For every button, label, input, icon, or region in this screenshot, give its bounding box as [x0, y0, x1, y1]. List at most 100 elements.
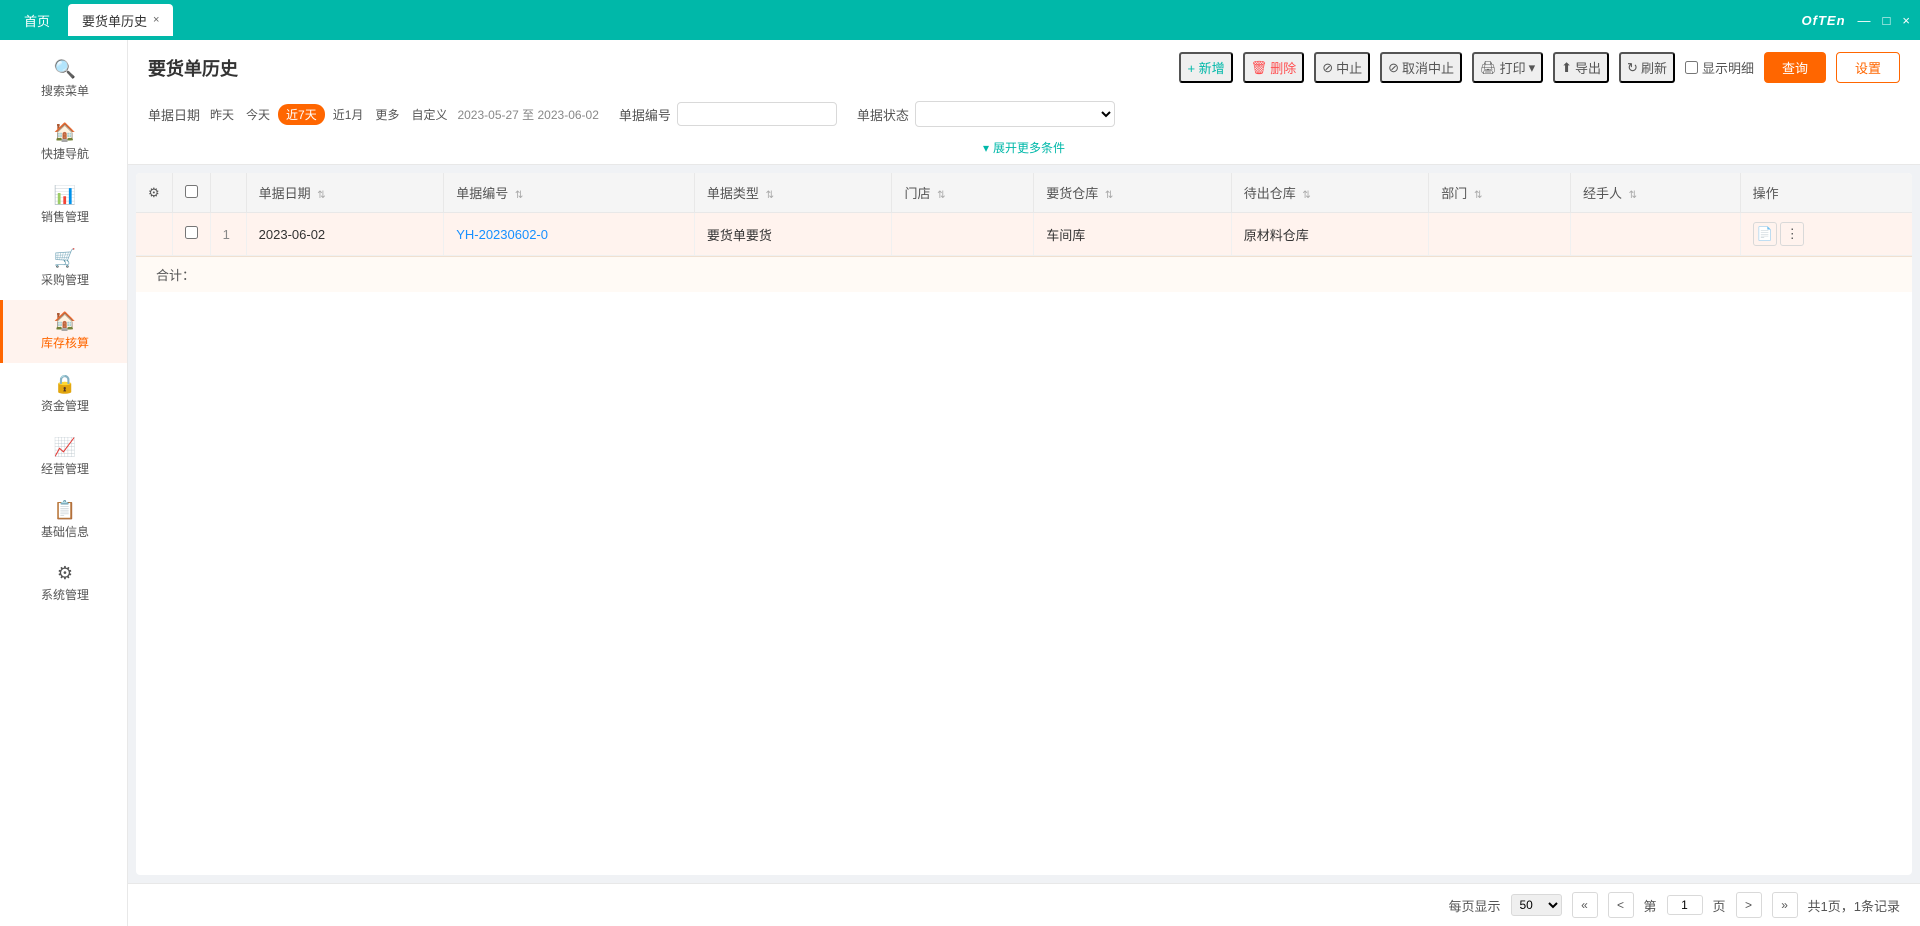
sort-store-icon: ⇅	[937, 190, 945, 201]
date-custom[interactable]: 自定义	[407, 105, 451, 124]
row-docno-cell[interactable]: YH-20230602-0	[444, 213, 695, 256]
row-settings-cell	[136, 213, 172, 256]
delete-button[interactable]: 🗑 删除	[1243, 52, 1305, 83]
row-doctype-cell: 要货单要货	[694, 213, 892, 256]
row-dept-cell	[1429, 213, 1571, 256]
inventory-icon: 🏠	[54, 312, 76, 330]
col-settings[interactable]: ⚙	[136, 173, 172, 213]
row-reqwh-cell: 车间库	[1034, 213, 1232, 256]
row-pendwh-cell: 原材料仓库	[1231, 213, 1429, 256]
page-label-before: 第	[1644, 896, 1657, 915]
filter-row: 单据日期 昨天 今天 近7天 近1月 更多 自定义 2023-05-27 至 2…	[148, 93, 1900, 135]
sidebar-item-finance[interactable]: 🔒 资金管理	[0, 363, 127, 426]
basic-info-icon: 📋	[54, 501, 76, 519]
expand-more-button[interactable]: ▾ 展开更多条件	[983, 139, 1065, 156]
sort-date-icon: ⇅	[317, 190, 325, 201]
display-detail-checkbox[interactable]	[1685, 61, 1698, 74]
data-table: ⚙ 单据日期 ⇅ 单据编号 ⇅	[136, 173, 1912, 256]
sidebar-item-sales-label: 销售管理	[41, 208, 89, 225]
refresh-button[interactable]: ↻ 刷新	[1619, 52, 1675, 83]
page-title-row: 要货单历史 + 新增 🗑 删除 ⊘ 中止 ⊘ 取消中止	[148, 52, 1900, 83]
cancel-stop-button[interactable]: ⊘ 取消中止	[1380, 52, 1462, 83]
next-page-button[interactable]: >	[1736, 892, 1762, 918]
row-handler-cell	[1571, 213, 1741, 256]
toolbar: + 新增 🗑 删除 ⊘ 中止 ⊘ 取消中止 🖨 打	[1179, 52, 1900, 83]
col-dept[interactable]: 部门 ⇅	[1429, 173, 1571, 213]
footer-summary: 合计：	[136, 256, 1912, 292]
col-store[interactable]: 门店 ⇅	[892, 173, 1034, 213]
export-icon: ⬆	[1561, 60, 1572, 76]
sidebar-item-sales[interactable]: 📊 销售管理	[0, 174, 127, 237]
expand-more-row: ▾ 展开更多条件	[148, 135, 1900, 164]
sort-docno-icon: ⇅	[515, 190, 523, 201]
col-doc-type[interactable]: 单据类型 ⇅	[694, 173, 892, 213]
add-button[interactable]: + 新增	[1179, 52, 1232, 83]
home-icon: 🏠	[54, 123, 76, 141]
table-header: ⚙ 单据日期 ⇅ 单据编号 ⇅	[136, 173, 1912, 213]
date-yesterday[interactable]: 昨天	[206, 105, 238, 124]
date-more[interactable]: 更多	[371, 105, 403, 124]
sort-doctype-icon: ⇅	[766, 190, 774, 201]
purchase-icon: 🛒	[54, 249, 76, 267]
sidebar-item-operations[interactable]: 📈 经营管理	[0, 426, 127, 489]
tab-home[interactable]: 首页	[10, 4, 64, 36]
page-number-input[interactable]	[1667, 895, 1703, 915]
query-button[interactable]: 查询	[1764, 52, 1826, 83]
sidebar-item-shortcut[interactable]: 🏠 快捷导航	[0, 111, 127, 174]
date-today[interactable]: 今天	[242, 105, 274, 124]
doc-no-label: 单据编号	[619, 105, 671, 124]
sidebar-item-inventory[interactable]: 🏠 库存核算	[0, 300, 127, 363]
col-date[interactable]: 单据日期 ⇅	[246, 173, 444, 213]
sidebar-item-system[interactable]: ⚙ 系统管理	[0, 552, 127, 615]
pagination-bar: 每页显示 50 100 200 « < 第 页 > » 共1页，1条记录	[128, 883, 1920, 926]
row-action-cell: 📄 ⋮	[1740, 213, 1912, 256]
date-filter-label: 单据日期	[148, 105, 200, 124]
tab-requisition-label: 要货单历史	[82, 11, 147, 30]
col-doc-no[interactable]: 单据编号 ⇅	[444, 173, 695, 213]
summary-label: 合计：	[156, 268, 195, 283]
col-pending-warehouse[interactable]: 待出仓库 ⇅	[1231, 173, 1429, 213]
first-page-button[interactable]: «	[1572, 892, 1598, 918]
row-checkbox-cell	[172, 213, 210, 256]
row-view-icon[interactable]: 📄	[1753, 222, 1777, 246]
last-page-button[interactable]: »	[1772, 892, 1798, 918]
doc-no-filter-group: 单据编号	[619, 102, 837, 126]
close-tab-icon[interactable]: ×	[153, 14, 159, 26]
tab-home-label: 首页	[24, 11, 50, 30]
sidebar-item-purchase-label: 采购管理	[41, 271, 89, 288]
sort-pendwh-icon: ⇅	[1302, 190, 1310, 201]
table-row[interactable]: 1 2023-06-02 YH-20230602-0 要货单要货 车间库 原材料…	[136, 213, 1912, 256]
sidebar-item-purchase[interactable]: 🛒 采购管理	[0, 237, 127, 300]
doc-no-input[interactable]	[677, 102, 837, 126]
operations-icon: 📈	[54, 438, 76, 456]
select-all-checkbox[interactable]	[185, 185, 198, 198]
close-window-icon[interactable]: ×	[1902, 13, 1910, 28]
doc-no-link[interactable]: YH-20230602-0	[456, 227, 548, 242]
maximize-icon[interactable]: □	[1883, 13, 1891, 28]
sidebar-item-finance-label: 资金管理	[41, 397, 89, 414]
prev-page-button[interactable]: <	[1608, 892, 1634, 918]
sidebar-item-search[interactable]: 🔍 搜索菜单	[0, 48, 127, 111]
date-7days[interactable]: 近7天	[278, 104, 325, 125]
export-button[interactable]: ⬆ 导出	[1553, 52, 1609, 83]
row-checkbox[interactable]	[185, 226, 198, 239]
row-more-icon[interactable]: ⋮	[1780, 222, 1804, 246]
page-size-label: 每页显示	[1448, 896, 1500, 915]
stop-icon: ⊘	[1322, 60, 1333, 76]
stop-button[interactable]: ⊘ 中止	[1314, 52, 1370, 83]
tab-requisition-history[interactable]: 要货单历史 ×	[68, 4, 173, 36]
minimize-icon[interactable]: —	[1858, 13, 1871, 28]
status-select[interactable]	[915, 101, 1115, 127]
settings-button[interactable]: 设置	[1836, 52, 1900, 83]
top-bar: 首页 要货单历史 × OfTEn — □ ×	[0, 0, 1920, 40]
sidebar-item-basic-info[interactable]: 📋 基础信息	[0, 489, 127, 552]
page-size-select[interactable]: 50 100 200	[1511, 894, 1562, 916]
col-req-warehouse[interactable]: 要货仓库 ⇅	[1034, 173, 1232, 213]
date-1month[interactable]: 近1月	[329, 105, 368, 124]
print-dropdown-icon: ▾	[1529, 60, 1536, 76]
chevron-down-icon: ▾	[983, 141, 989, 155]
status-filter-group: 单据状态	[857, 101, 1115, 127]
col-handler[interactable]: 经手人 ⇅	[1571, 173, 1741, 213]
print-button[interactable]: 🖨 打印 ▾	[1472, 52, 1543, 83]
display-detail-toggle[interactable]: 显示明细	[1685, 58, 1754, 77]
